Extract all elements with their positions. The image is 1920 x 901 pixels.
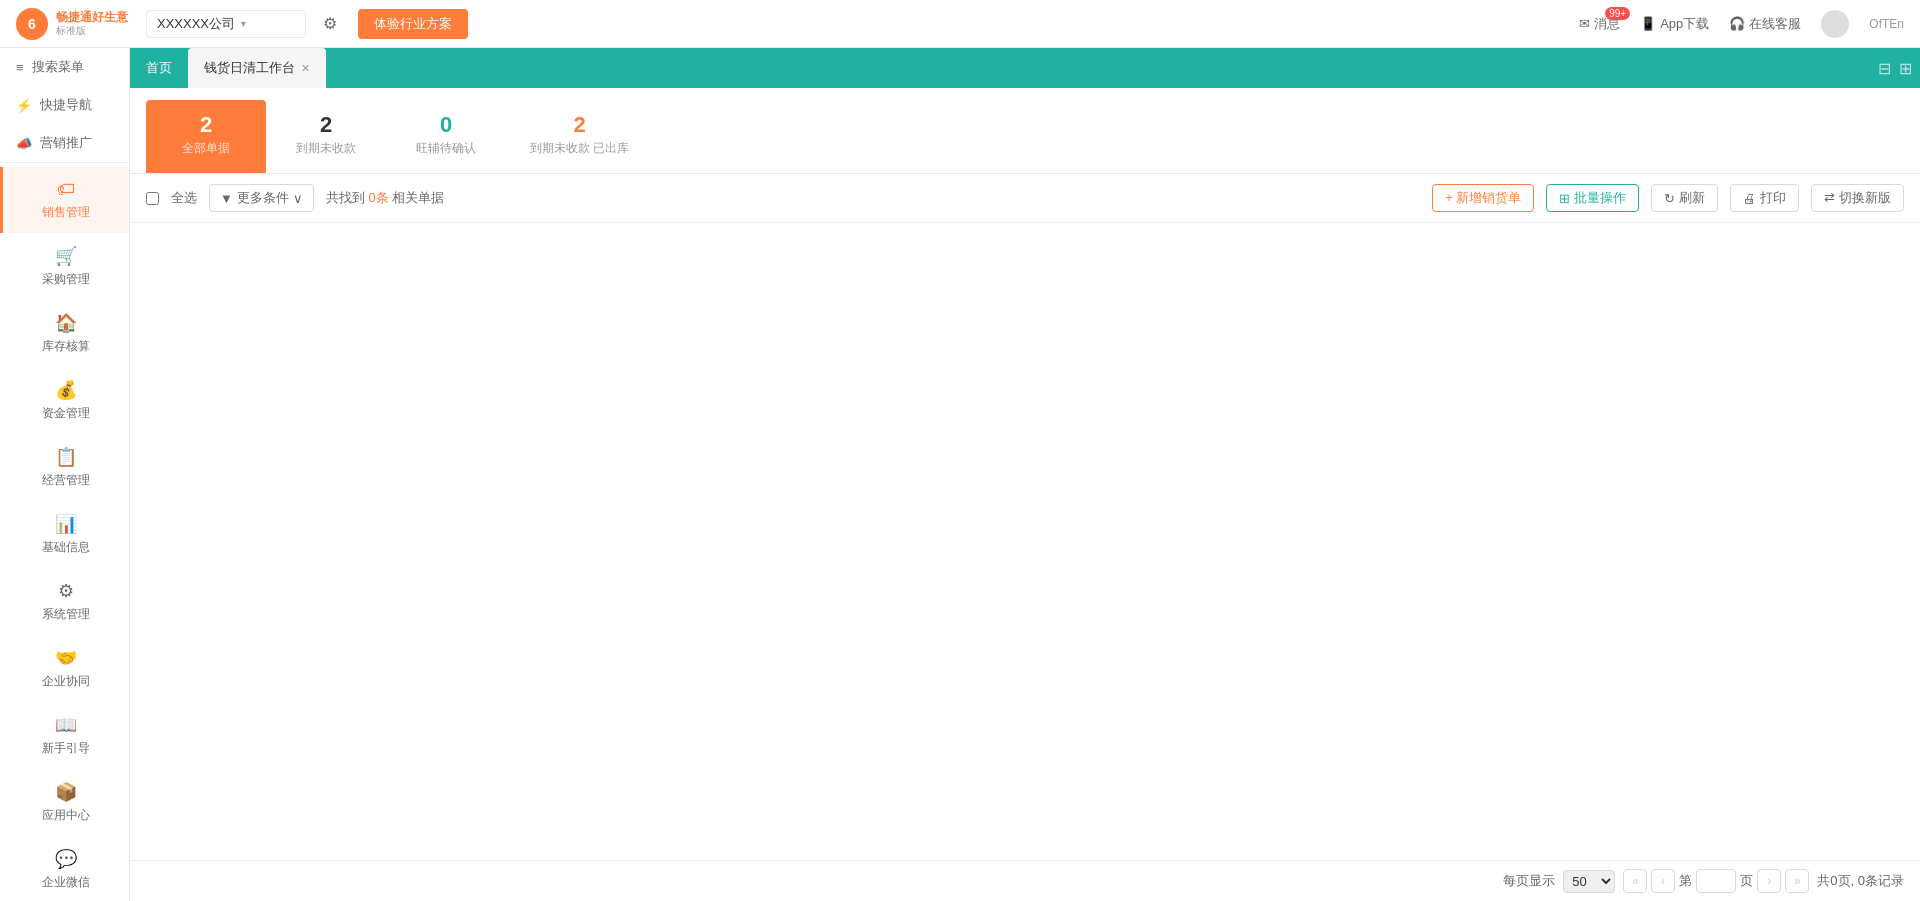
guide-icon: 📖 <box>55 714 77 736</box>
toolbar-right: + 新增销货单 ⊞ 批量操作 ↻ 刷新 🖨 打印 ⇄ <box>1432 184 1904 212</box>
sidebar-top: ≡ 搜索菜单 ⚡ 快捷导航 📣 营销推广 <box>0 48 129 163</box>
message-icon: ✉ <box>1579 16 1590 31</box>
marketing-item[interactable]: 📣 营销推广 <box>0 124 129 162</box>
logo-text: 畅捷通好生意 标准版 <box>56 10 128 36</box>
base-info-icon: 📊 <box>55 513 77 535</box>
app-download-item[interactable]: 📱 App下载 <box>1640 15 1709 33</box>
quick-nav-icon: ⚡ <box>16 98 32 113</box>
online-service-item[interactable]: 🎧 在线客服 <box>1729 15 1801 33</box>
stat-card-overdue-shipped[interactable]: 2 到期未收款 已出库 <box>506 100 653 173</box>
settings-icon[interactable]: ⚙ <box>314 8 346 40</box>
system-icon: ⚙ <box>58 580 74 602</box>
mobile-icon: 📱 <box>1640 16 1656 31</box>
add-sales-order-button[interactable]: + 新增销货单 <box>1432 184 1534 212</box>
total-text: 共0页, 0条记录 <box>1817 872 1904 890</box>
message-badge: 99+ <box>1605 7 1630 20</box>
select-all-label: 全选 <box>171 189 197 207</box>
wechat-icon: 💬 <box>55 848 77 870</box>
logo-title: 畅捷通好生意 <box>56 10 128 24</box>
purchase-icon: 🛒 <box>55 245 77 267</box>
page-label-prefix: 第 <box>1679 872 1692 890</box>
filter-icon: ▼ <box>220 191 233 206</box>
page-label-suffix: 页 <box>1740 872 1753 890</box>
chevron-down-icon: ▾ <box>241 18 246 29</box>
sidebar-item-purchase-mgmt[interactable]: 🛒 采购管理 <box>0 233 129 300</box>
message-icon-item[interactable]: ✉ 消息 99+ <box>1579 15 1620 33</box>
batch-operation-button[interactable]: ⊞ 批量操作 <box>1546 184 1639 212</box>
tab-expand-icon[interactable]: ⊞ <box>1899 59 1912 78</box>
logo-sub: 标准版 <box>56 25 128 37</box>
found-text: 共找到 0条 相关单据 <box>326 189 444 207</box>
print-icon: 🖨 <box>1743 191 1756 206</box>
switch-icon: ⇄ <box>1824 190 1835 205</box>
batch-icon: ⊞ <box>1559 191 1570 206</box>
search-icon: ≡ <box>16 60 24 75</box>
sidebar-item-app-center[interactable]: 📦 应用中心 <box>0 769 129 836</box>
main-content: 首页 钱货日清工作台 ✕ ⊟ ⊞ 2 全部单据 2 到期未收款 <box>130 48 1920 901</box>
search-menu-item[interactable]: ≡ 搜索菜单 <box>0 48 129 86</box>
prev-page-button[interactable]: ‹ <box>1651 869 1675 893</box>
inventory-icon: 🏠 <box>55 312 77 334</box>
user-name-item: OfTEn <box>1869 17 1904 31</box>
stat-card-all[interactable]: 2 全部单据 <box>146 100 266 173</box>
next-page-button[interactable]: › <box>1757 869 1781 893</box>
sidebar-item-beginner-guide[interactable]: 📖 新手引导 <box>0 702 129 769</box>
finance-icon: 💰 <box>55 379 77 401</box>
sidebar-item-finance[interactable]: 💰 资金管理 <box>0 367 129 434</box>
tabs-bar: 首页 钱货日清工作台 ✕ ⊟ ⊞ <box>130 48 1920 88</box>
stats-row: 2 全部单据 2 到期未收款 0 旺辅待确认 2 到期未收款 已出库 <box>130 88 1920 174</box>
sidebar: ≡ 搜索菜单 ⚡ 快捷导航 📣 营销推广 🏷 销售管理 🛒 采购管理 🏠 库存核… <box>0 48 130 901</box>
sidebar-item-enterprise-wechat[interactable]: 💬 企业微信 <box>0 836 129 901</box>
first-page-button[interactable]: « <box>1623 869 1647 893</box>
company-selector[interactable]: XXXXXX公司 ▾ <box>146 10 306 38</box>
toolbar: 全选 ▼ 更多条件 ∨ 共找到 0条 相关单据 + 新增销货单 ⊞ 批量操作 <box>130 174 1920 223</box>
trial-button[interactable]: 体验行业方案 <box>358 9 468 39</box>
operations-icon: 📋 <box>55 446 77 468</box>
stat-card-wangfu-pending[interactable]: 0 旺辅待确认 <box>386 100 506 173</box>
sidebar-item-base-info[interactable]: 📊 基础信息 <box>0 501 129 568</box>
logo-icon: 6 <box>16 8 48 40</box>
sidebar-item-operations[interactable]: 📋 经营管理 <box>0 434 129 501</box>
chevron-icon: ∨ <box>293 191 303 206</box>
company-name: XXXXXX公司 <box>157 15 235 33</box>
last-page-button[interactable]: » <box>1785 869 1809 893</box>
stat-card-overdue[interactable]: 2 到期未收款 <box>266 100 386 173</box>
page-nav: « ‹ 第 1 页 › » <box>1623 869 1809 893</box>
sales-icon: 🏷 <box>57 179 75 200</box>
page-content: 2 全部单据 2 到期未收款 0 旺辅待确认 2 到期未收款 已出库 <box>130 88 1920 901</box>
avatar[interactable] <box>1821 10 1849 38</box>
tab-close-icon[interactable]: ✕ <box>301 62 310 75</box>
app-download-label: App下载 <box>1660 15 1709 33</box>
logo-area: 6 畅捷通好生意 标准版 <box>16 8 146 40</box>
refresh-button[interactable]: ↻ 刷新 <box>1651 184 1718 212</box>
marketing-icon: 📣 <box>16 136 32 151</box>
app-center-icon: 📦 <box>55 781 77 803</box>
switch-new-version-button[interactable]: ⇄ 切换新版 <box>1811 184 1904 212</box>
sidebar-item-sales-mgmt[interactable]: 🏷 销售管理 <box>0 167 129 233</box>
collab-icon: 🤝 <box>55 647 77 669</box>
select-all-checkbox[interactable] <box>146 192 159 205</box>
sidebar-item-inventory[interactable]: 🏠 库存核算 <box>0 300 129 367</box>
service-icon: 🎧 <box>1729 16 1745 31</box>
table-area <box>130 223 1920 860</box>
per-page-select[interactable]: 50 100 200 <box>1563 870 1615 893</box>
print-button[interactable]: 🖨 打印 <box>1730 184 1799 212</box>
top-right: ✉ 消息 99+ 📱 App下载 🎧 在线客服 OfTEn <box>1579 10 1904 38</box>
tab-workbench[interactable]: 钱货日清工作台 ✕ <box>188 48 326 88</box>
filter-button[interactable]: ▼ 更多条件 ∨ <box>209 184 314 212</box>
refresh-icon: ↻ <box>1664 191 1675 206</box>
sidebar-item-system-mgmt[interactable]: ⚙ 系统管理 <box>0 568 129 635</box>
tab-home[interactable]: 首页 <box>130 48 188 88</box>
sidebar-item-enterprise-collab[interactable]: 🤝 企业协同 <box>0 635 129 702</box>
quick-nav-item[interactable]: ⚡ 快捷导航 <box>0 86 129 124</box>
page-input[interactable]: 1 <box>1696 869 1736 893</box>
tab-collapse-icon[interactable]: ⊟ <box>1878 59 1891 78</box>
online-service-label: 在线客服 <box>1749 15 1801 33</box>
pagination-bar: 每页显示 50 100 200 « ‹ 第 1 页 › » 共0页, 0条记录 <box>130 860 1920 901</box>
per-page-label: 每页显示 <box>1503 872 1555 890</box>
